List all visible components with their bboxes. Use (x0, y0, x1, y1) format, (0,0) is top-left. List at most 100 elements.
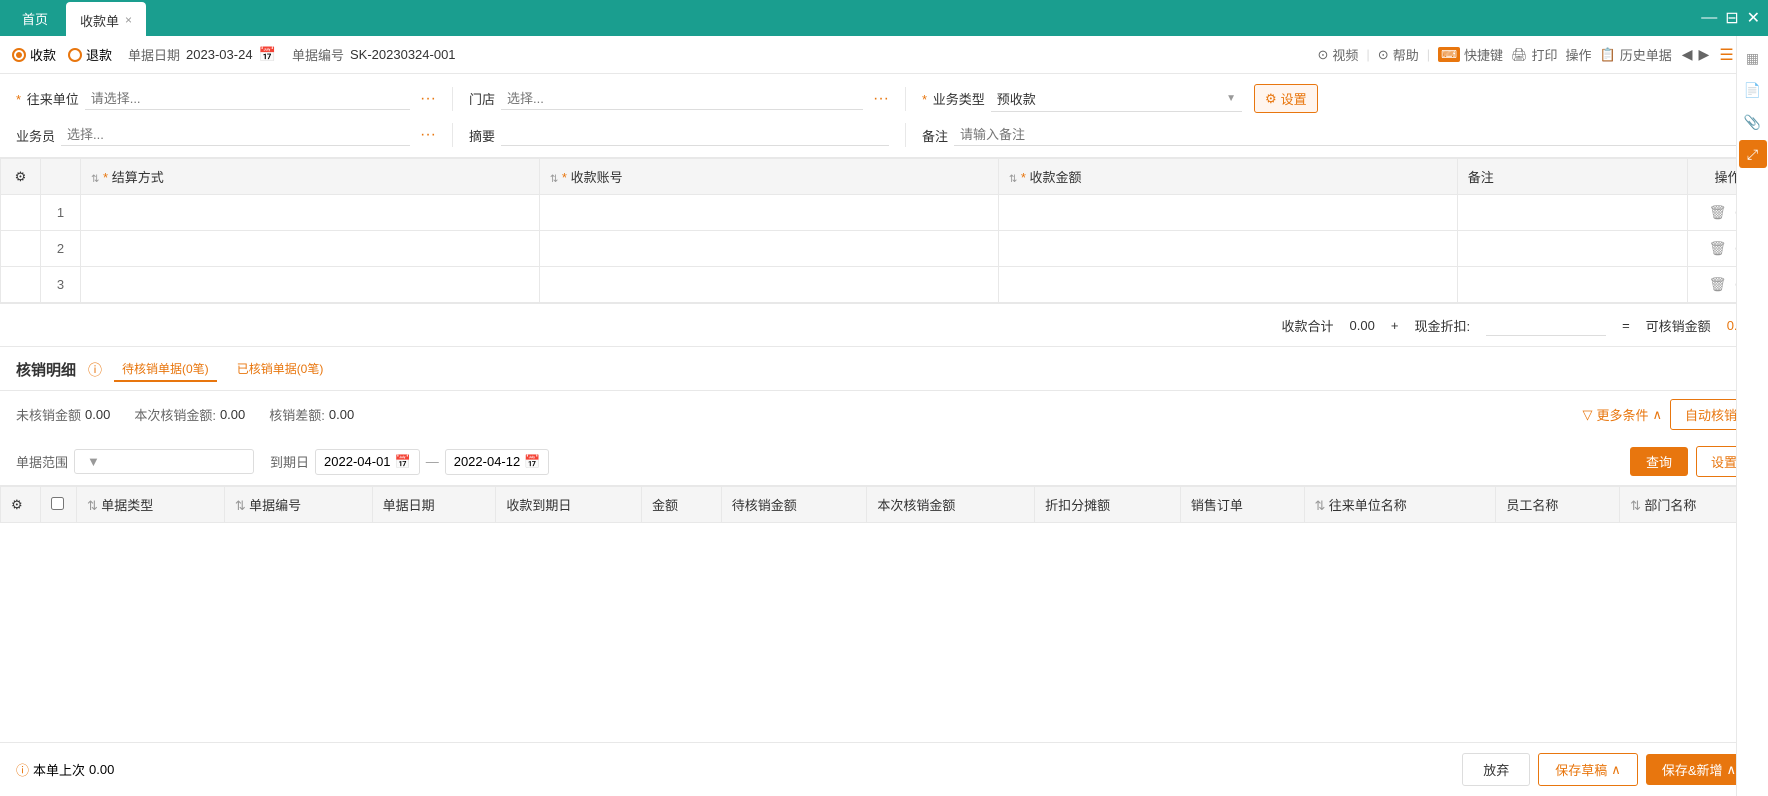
td-settlement-2[interactable] (81, 231, 540, 267)
save-draft-button[interactable]: 保存草稿 ∧ (1538, 753, 1638, 786)
filter-right: 查询 设置 (1630, 446, 1752, 477)
due-date-field: 到期日 2022-04-01 📅 — 2022-04-12 📅 (270, 449, 549, 475)
sidebar-doc-icon[interactable]: 📄 (1739, 76, 1767, 104)
bth-doc-num: ⇅ 单据编号 (224, 487, 372, 523)
window-layout-icon[interactable]: ⊟ (1725, 8, 1738, 28)
settings-button[interactable]: ⚙ 设置 (1254, 84, 1318, 113)
td-account-1[interactable] (539, 195, 998, 231)
th-gear[interactable]: ⚙ (1, 159, 41, 195)
nav-right-icon[interactable]: ▶ (1697, 44, 1712, 65)
bottom-table: ⚙ ⇅ 单据类型 ⇅ 单据编号 (0, 486, 1768, 523)
note-label: 备注 (922, 126, 948, 145)
tab-close-icon[interactable]: × (125, 13, 132, 27)
sidebar-attach-icon[interactable]: 📎 (1739, 108, 1767, 136)
history-action[interactable]: 📋 历史单据 (1600, 45, 1672, 64)
radio-receive[interactable]: 收款 (12, 45, 56, 64)
writeoff-info-icon[interactable]: ⓘ (88, 360, 102, 380)
counterparty-input[interactable] (85, 88, 410, 110)
delete-icon-3[interactable]: 🗑 (1709, 276, 1727, 293)
th-account: ⇅ * 收款账号 (539, 159, 998, 195)
staff-input[interactable] (61, 124, 410, 146)
form-row-2: 业务员 ··· 摘要 备注 (16, 123, 1752, 147)
select-all-checkbox[interactable] (51, 497, 64, 510)
sidebar-expand-icon[interactable]: ⤢ (1739, 140, 1767, 168)
store-more-icon[interactable]: ··· (873, 90, 889, 108)
tab-active[interactable]: 收款单 × (66, 2, 146, 38)
radio-refund[interactable]: 退款 (68, 45, 112, 64)
shortcut-action[interactable]: ⌨ 快捷键 (1438, 45, 1503, 64)
bth-sales-order: 销售订单 (1180, 487, 1304, 523)
td-amount-2[interactable] (998, 231, 1457, 267)
store-input[interactable] (501, 88, 863, 110)
abandon-button[interactable]: 放弃 (1462, 753, 1530, 786)
form-row-1: * 往来单位 ··· 门店 ··· * 业务类型 预 (16, 84, 1752, 113)
number-value: SK-20230324-001 (350, 47, 456, 62)
td-note-2[interactable] (1457, 231, 1687, 267)
total-value: 0.00 (1350, 318, 1375, 333)
help-action[interactable]: ⊙ 帮助 (1378, 45, 1419, 64)
tab-home[interactable]: 首页 (8, 0, 62, 36)
video-action[interactable]: ⊙ 视频 (1317, 45, 1358, 64)
td-gear-2 (1, 231, 41, 267)
plus-sign: + (1391, 318, 1399, 333)
th-settlement: ⇅ * 结算方式 (81, 159, 540, 195)
date-end-picker[interactable]: 2022-04-12 📅 (445, 449, 550, 475)
discount-input[interactable] (1486, 314, 1606, 336)
date-start-picker[interactable]: 2022-04-01 📅 (315, 449, 420, 475)
shortcut-label: 快捷键 (1464, 45, 1503, 64)
window-close-icon[interactable]: ✕ (1747, 8, 1760, 28)
operate-action[interactable]: 操作 (1566, 45, 1592, 64)
table-header-row: ⚙ ⇅ * 结算方式 ⇅ * 收款账号 ⇅ * (1, 159, 1768, 195)
td-account-3[interactable] (539, 267, 998, 303)
range-select[interactable]: ▼ (74, 449, 254, 474)
td-amount-1[interactable] (998, 195, 1457, 231)
more-conditions[interactable]: ▽ 更多条件 ∧ (1582, 405, 1662, 424)
calendar-icon[interactable]: 📅 (259, 46, 276, 63)
business-type-select[interactable]: 预收款 ▼ (991, 86, 1242, 112)
counterparty-more-icon[interactable]: ··· (420, 90, 436, 108)
bth-counterparty: ⇅ 往来单位名称 (1304, 487, 1496, 523)
tab-pending[interactable]: 待核销单据(0笔) (114, 357, 217, 382)
td-note-3[interactable] (1457, 267, 1687, 303)
sort-icon-dept: ⇅ (1630, 498, 1641, 513)
window-minus-icon[interactable]: — (1701, 9, 1717, 27)
td-amount-3[interactable] (998, 267, 1457, 303)
total-label: 收款合计 (1282, 316, 1334, 335)
business-type-label: * 业务类型 (922, 89, 985, 108)
gear-icon: ⚙ (1265, 91, 1277, 107)
td-account-2[interactable] (539, 231, 998, 267)
tab-active-label: 收款单 (80, 11, 119, 30)
chevron-up-icon: ∧ (1652, 407, 1662, 423)
bth-amount: 金额 (642, 487, 722, 523)
unchecked-label: 未核销金额 (16, 405, 81, 424)
bth-doc-type: ⇅ 单据类型 (77, 487, 225, 523)
bth-check[interactable] (41, 487, 77, 523)
td-settlement-3[interactable] (81, 267, 540, 303)
stats-row: 未核销金额 0.00 本次核销金额: 0.00 核销差额: 0.00 ▽ 更多条… (0, 391, 1768, 438)
table-row: 2 🗑 ⊕ (1, 231, 1768, 267)
unchecked-value: 0.00 (85, 407, 110, 422)
tab-done[interactable]: 已核销单据(0笔) (229, 357, 332, 382)
staff-more-icon[interactable]: ··· (420, 126, 436, 144)
nav-left-icon[interactable]: ◀ (1680, 44, 1695, 65)
footer-info-icon[interactable]: ⓘ (16, 760, 29, 779)
sidebar-table-icon[interactable]: ▦ (1739, 44, 1767, 72)
print-action[interactable]: 🖨 打印 (1511, 45, 1558, 64)
help-icon: ⊙ (1378, 47, 1389, 63)
bth-gear[interactable]: ⚙ (1, 487, 41, 523)
shortcut-icon: ⌨ (1438, 47, 1460, 62)
form-divider-1 (452, 87, 453, 111)
layout-icon[interactable]: ☰ (1719, 45, 1733, 65)
store-label: 门店 (469, 89, 495, 108)
receipt-table: ⚙ ⇅ * 结算方式 ⇅ * 收款账号 ⇅ * (0, 158, 1768, 303)
delete-icon-2[interactable]: 🗑 (1709, 240, 1727, 257)
td-settlement-1[interactable] (81, 195, 540, 231)
query-button[interactable]: 查询 (1630, 447, 1688, 476)
delete-icon-1[interactable]: 🗑 (1709, 204, 1727, 221)
store-field: 门店 ··· (469, 88, 889, 110)
settings-label: 设置 (1281, 89, 1307, 108)
td-note-1[interactable] (1457, 195, 1687, 231)
note-input[interactable] (954, 124, 1752, 146)
gear-icon-bottom: ⚙ (11, 497, 23, 512)
summary-input[interactable] (501, 124, 889, 146)
